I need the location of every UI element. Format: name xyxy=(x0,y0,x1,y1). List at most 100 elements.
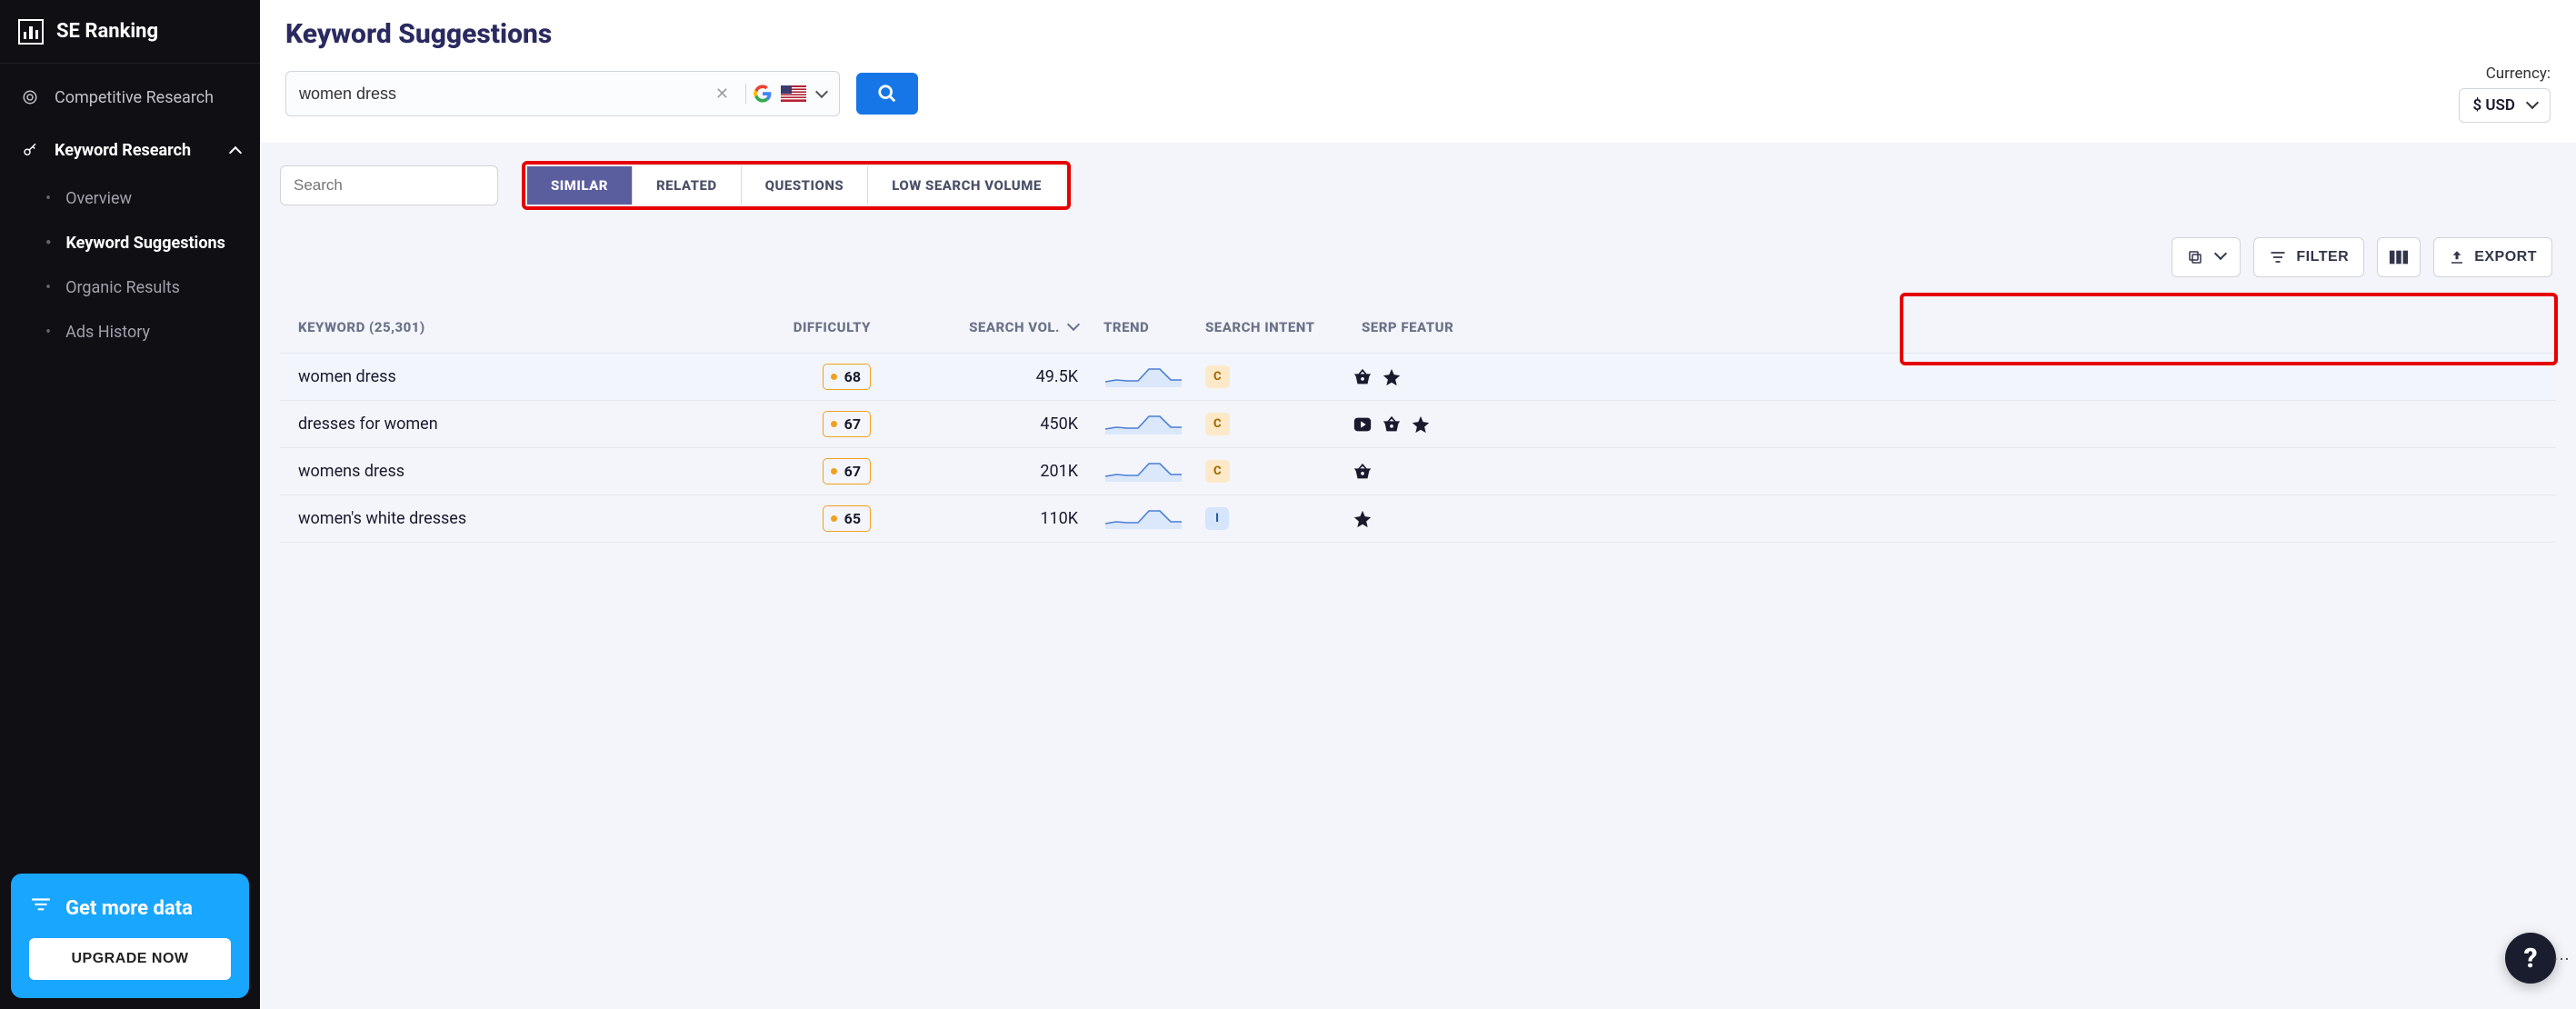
trend-cell xyxy=(1089,362,1198,392)
filter-icon xyxy=(29,894,53,924)
serp-cell xyxy=(1353,415,1471,435)
sidebar-item-keyword-suggestions[interactable]: Keyword Suggestions xyxy=(0,221,260,265)
chevron-up-icon xyxy=(227,141,240,160)
upload-icon xyxy=(2449,249,2465,265)
tabs-highlight-box: SIMILAR RELATED QUESTIONS LOW SEARCH VOL… xyxy=(522,161,1071,210)
keyword-search-box: ✕ xyxy=(285,71,840,116)
currency-selector-group: Currency: $ USD xyxy=(2459,65,2551,123)
topbar: ✕ Currency: $ USD xyxy=(260,65,2576,143)
serp-cell xyxy=(1353,367,1471,387)
sidebar-item-overview[interactable]: Overview xyxy=(0,176,260,221)
tab-questions[interactable]: QUESTIONS xyxy=(742,166,869,205)
filter-label: FILTER xyxy=(2296,249,2349,265)
keyword-cell: women dress xyxy=(280,367,762,386)
target-icon xyxy=(20,87,40,107)
sidebar-item-ads-history[interactable]: Ads History xyxy=(0,310,260,355)
chevron-down-icon xyxy=(2524,96,2537,115)
intent-cell: C xyxy=(1198,365,1353,388)
filter-search-input[interactable] xyxy=(294,176,494,195)
table-row[interactable]: dresses for women 67 450K C xyxy=(280,401,2556,448)
page-title: Keyword Suggestions xyxy=(260,0,2576,65)
tab-low-search-volume[interactable]: LOW SEARCH VOLUME xyxy=(868,166,1065,205)
clear-icon[interactable]: ✕ xyxy=(706,85,738,104)
sidebar-item-label: Competitive Research xyxy=(55,88,214,107)
sidebar: SE Ranking Competitive Research Keyword … xyxy=(0,0,260,1009)
export-label: EXPORT xyxy=(2474,249,2537,265)
currency-value: $ USD xyxy=(2472,96,2515,115)
help-button[interactable]: ? xyxy=(2505,933,2556,984)
search-button[interactable] xyxy=(856,73,918,115)
more-icon[interactable]: ⋮ xyxy=(2551,951,2571,965)
flag-us-icon xyxy=(781,85,806,102)
difficulty-pill: 67 xyxy=(823,458,871,485)
sidebar-item-organic-results[interactable]: Organic Results xyxy=(0,265,260,310)
col-serp-features[interactable]: SERP FEATUR xyxy=(1353,319,1471,335)
currency-selector[interactable]: $ USD xyxy=(2459,88,2551,123)
keyword-cell: women's white dresses xyxy=(280,509,762,528)
upgrade-button[interactable]: UPGRADE NOW xyxy=(29,938,231,980)
intent-badge: C xyxy=(1205,365,1230,388)
difficulty-pill: 67 xyxy=(823,411,871,437)
sidebar-item-competitive-research[interactable]: Competitive Research xyxy=(0,71,260,124)
col-search-volume[interactable]: SEARCH VOL. xyxy=(907,319,1089,335)
columns-icon xyxy=(2389,249,2409,265)
copy-dropdown-button[interactable] xyxy=(2172,237,2241,277)
keyword-input[interactable] xyxy=(299,85,706,104)
volume-cell: 110K xyxy=(907,509,1089,528)
tab-related[interactable]: RELATED xyxy=(633,166,742,205)
cta-box: Get more data UPGRADE NOW xyxy=(11,874,249,998)
trend-cell xyxy=(1089,504,1198,534)
tabs: SIMILAR RELATED QUESTIONS LOW SEARCH VOL… xyxy=(527,166,1065,205)
sidebar-item-label: Keyword Research xyxy=(55,141,191,160)
volume-cell: 201K xyxy=(907,462,1089,481)
brand: SE Ranking xyxy=(0,0,260,64)
brand-name: SE Ranking xyxy=(56,20,158,43)
intent-cell: C xyxy=(1198,413,1353,435)
chevron-down-icon xyxy=(2212,249,2225,265)
intent-badge: C xyxy=(1205,460,1230,483)
intent-cell: C xyxy=(1198,460,1353,483)
table-row[interactable]: women dress6849.5KC xyxy=(280,354,2556,401)
keyword-cell: dresses for women xyxy=(280,415,762,434)
brand-logo-icon xyxy=(18,19,44,45)
difficulty-pill: 68 xyxy=(823,364,871,390)
filter-button[interactable]: FILTER xyxy=(2253,237,2364,277)
nav: Competitive Research Keyword Research Ov… xyxy=(0,64,260,863)
difficulty-cell: 65 xyxy=(762,505,907,532)
divider xyxy=(745,84,746,104)
country-selector[interactable] xyxy=(781,85,826,104)
results-table: KEYWORD (25,301) DIFFICULTY SEARCH VOL. … xyxy=(280,301,2556,543)
keyword-cell: womens dress xyxy=(280,462,762,481)
filter-icon xyxy=(2269,248,2287,266)
col-search-intent[interactable]: SEARCH INTENT xyxy=(1198,319,1353,335)
chevron-down-icon xyxy=(1065,319,1078,335)
volume-cell: 450K xyxy=(907,415,1089,434)
search-icon xyxy=(877,84,897,104)
table-row[interactable]: womens dress 67 201K C xyxy=(280,448,2556,495)
difficulty-cell: 67 xyxy=(762,458,907,485)
trend-cell xyxy=(1089,456,1198,486)
filter-search-box xyxy=(280,165,498,205)
main: Keyword Suggestions ✕ Currency: xyxy=(260,0,2576,1009)
workarea: SIMILAR RELATED QUESTIONS LOW SEARCH VOL… xyxy=(260,143,2576,1009)
toolbar: FILTER EXPORT xyxy=(284,237,2552,277)
columns-button[interactable] xyxy=(2377,237,2421,277)
difficulty-pill: 65 xyxy=(823,505,871,532)
tab-similar[interactable]: SIMILAR xyxy=(527,166,633,205)
col-trend[interactable]: TREND xyxy=(1089,319,1198,335)
currency-label: Currency: xyxy=(2486,65,2551,83)
col-keyword[interactable]: KEYWORD (25,301) xyxy=(280,319,762,335)
trend-cell xyxy=(1089,409,1198,439)
chevron-down-icon xyxy=(814,85,826,104)
key-icon xyxy=(20,140,40,160)
tabs-row: SIMILAR RELATED QUESTIONS LOW SEARCH VOL… xyxy=(280,161,2556,210)
difficulty-cell: 67 xyxy=(762,411,907,437)
cta-title: Get more data xyxy=(65,897,193,920)
table-row[interactable]: women's white dresses 65 110K I xyxy=(280,495,2556,543)
export-button[interactable]: EXPORT xyxy=(2433,237,2552,277)
col-difficulty[interactable]: DIFFICULTY xyxy=(762,319,907,335)
sidebar-item-keyword-research[interactable]: Keyword Research xyxy=(0,124,260,176)
table-header: KEYWORD (25,301) DIFFICULTY SEARCH VOL. … xyxy=(280,301,2556,354)
intent-badge: I xyxy=(1205,507,1229,530)
serp-cell xyxy=(1353,509,1471,529)
